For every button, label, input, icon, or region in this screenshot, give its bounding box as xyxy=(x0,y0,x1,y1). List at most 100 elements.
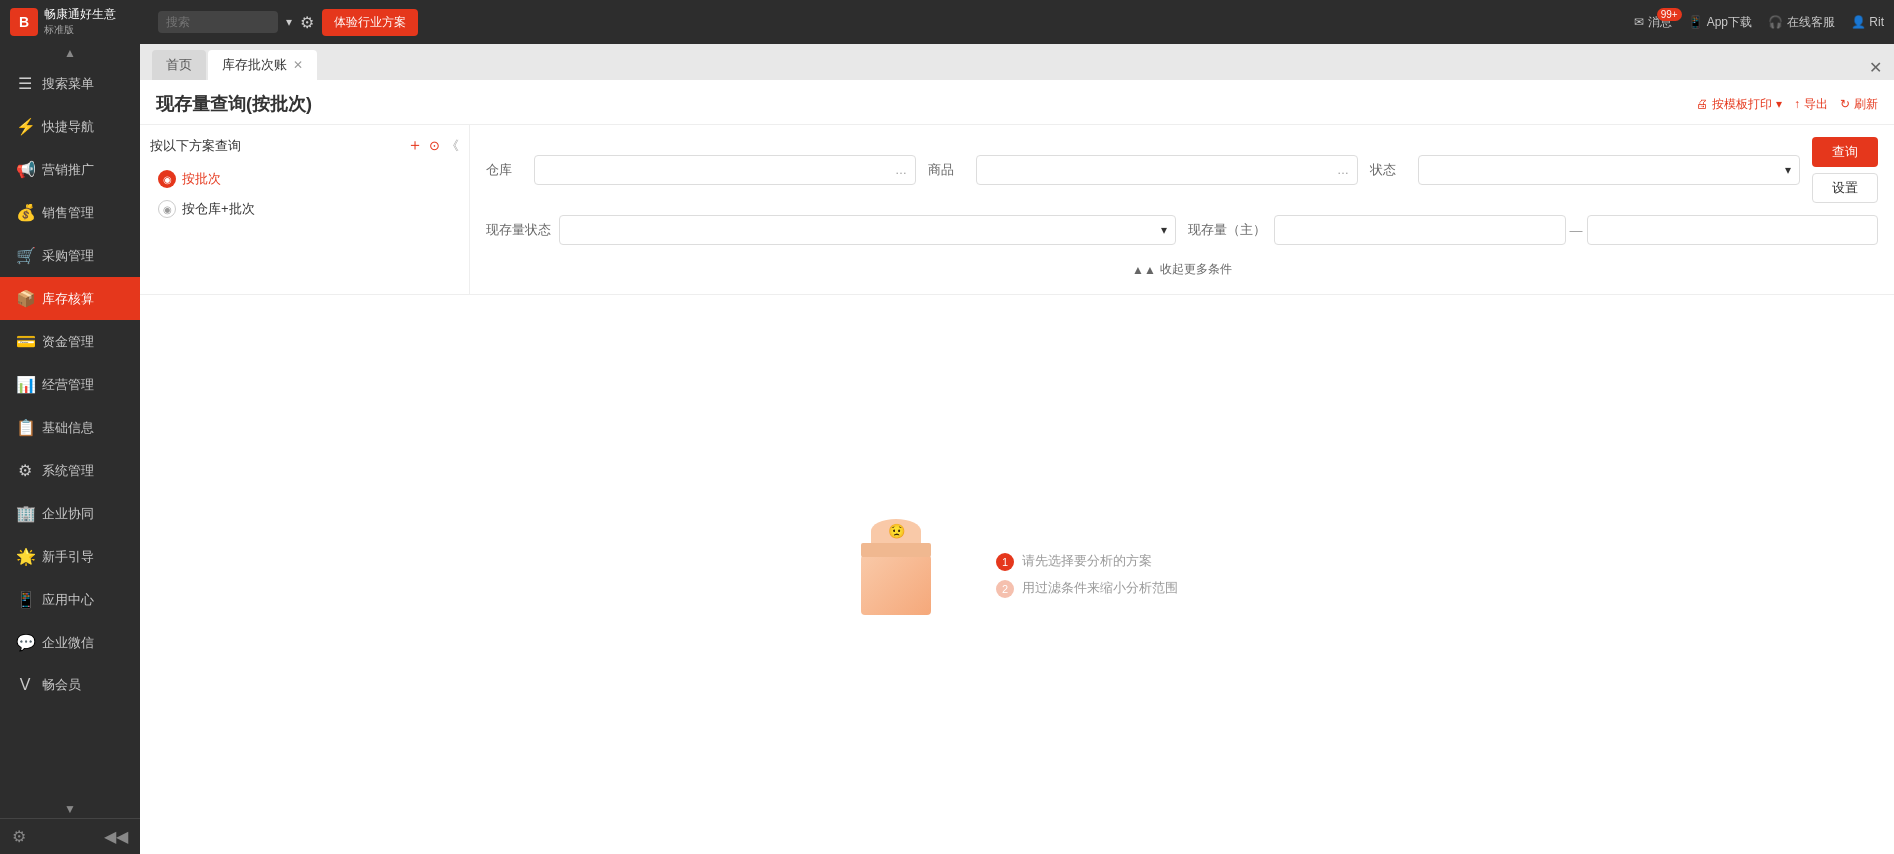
sidebar-item-enterprise[interactable]: 🏢企业协同 xyxy=(0,492,140,535)
status-select[interactable]: ▾ xyxy=(1418,155,1800,185)
sidebar-item-marketing[interactable]: 📢营销推广 xyxy=(0,148,140,191)
scheme-collapse-button[interactable]: 《 xyxy=(446,137,459,155)
sidebar-item-search[interactable]: ☰搜索菜单 xyxy=(0,62,140,105)
print-icon: 🖨 xyxy=(1696,97,1708,111)
warehouse-label: 仓库 xyxy=(486,161,526,179)
inventory-status-field: 现存量状态 ▾ xyxy=(486,215,1176,245)
user-menu[interactable]: 👤 Rit xyxy=(1851,15,1884,29)
sidebar-item-operation[interactable]: 📊经营管理 xyxy=(0,363,140,406)
sidebar-menu: ☰搜索菜单⚡快捷导航📢营销推广💰销售管理🛒采购管理📦库存核算💳资金管理📊经营管理… xyxy=(0,62,140,800)
filter-schemes-header: 按以下方案查询 ＋ ⊙ 《 xyxy=(150,135,459,156)
sidebar-label-wechat: 企业微信 xyxy=(42,634,94,652)
search-dropdown-icon[interactable]: ▾ xyxy=(286,15,292,29)
refresh-label: 刷新 xyxy=(1854,96,1878,113)
status-label: 状态 xyxy=(1370,161,1410,179)
filter-schemes-header-right: ＋ ⊙ 《 xyxy=(407,135,459,156)
add-scheme-button[interactable]: ＋ xyxy=(407,135,423,156)
scheme-item-warehouse-batch[interactable]: ◉按仓库+批次 xyxy=(150,194,459,224)
sidebar-item-inventory[interactable]: 📦库存核算 xyxy=(0,277,140,320)
sidebar-item-sales[interactable]: 💰销售管理 xyxy=(0,191,140,234)
refresh-button[interactable]: ↻ 刷新 xyxy=(1840,96,1878,113)
inventory-qty-max[interactable] xyxy=(1587,215,1879,245)
product-input[interactable]: … xyxy=(976,155,1358,185)
inventory-qty-field: 现存量（主） — xyxy=(1188,215,1878,245)
brand-icon: B xyxy=(10,8,38,36)
sidebar-item-shortcut[interactable]: ⚡快捷导航 xyxy=(0,105,140,148)
headset-icon: 🎧 xyxy=(1768,15,1783,29)
collapse-up-icon: ▲▲ xyxy=(1132,263,1156,277)
gear-icon[interactable]: ⚙ xyxy=(300,13,314,32)
online-service-btn[interactable]: 🎧 在线客服 xyxy=(1768,14,1835,31)
sidebar-label-enterprise: 企业协同 xyxy=(42,505,94,523)
scheme-label-batch: 按批次 xyxy=(182,170,221,188)
export-button[interactable]: ↑ 导出 xyxy=(1794,96,1828,113)
app-download-btn[interactable]: 📱 App下载 xyxy=(1688,14,1752,31)
inventory-status-select[interactable]: ▾ xyxy=(559,215,1176,245)
tab-home[interactable]: 首页 xyxy=(152,50,206,80)
sidebar-icon-marketing: 📢 xyxy=(16,160,34,179)
app-icon: 📱 xyxy=(1688,15,1703,29)
print-label: 按模板打印 xyxy=(1712,96,1772,113)
sidebar-icon-system: ⚙ xyxy=(16,461,34,480)
collapse-sidebar-button[interactable]: ◀◀ xyxy=(104,827,128,846)
tab-close-inventory-batch[interactable]: ✕ xyxy=(293,58,303,72)
message-btn[interactable]: ✉ 消息 99+ xyxy=(1634,14,1672,31)
print-button[interactable]: 🖨 按模板打印 ▾ xyxy=(1696,96,1782,113)
collapse-filters-button[interactable]: ▲▲ 收起更多条件 xyxy=(486,257,1878,282)
sidebar-item-purchase[interactable]: 🛒采购管理 xyxy=(0,234,140,277)
query-button[interactable]: 查询 xyxy=(1812,137,1878,167)
scroll-down-button[interactable]: ▼ xyxy=(62,800,78,818)
sidebar-item-appcenter[interactable]: 📱应用中心 xyxy=(0,578,140,621)
sidebar-icon-sales: 💰 xyxy=(16,203,34,222)
sidebar-item-basic[interactable]: 📋基础信息 xyxy=(0,406,140,449)
product-dots: … xyxy=(1337,163,1349,177)
online-service-label: 在线客服 xyxy=(1787,14,1835,31)
sidebar-label-purchase: 采购管理 xyxy=(42,247,94,265)
sidebar-item-system[interactable]: ⚙ 系统管理 xyxy=(0,449,140,492)
warehouse-dots: … xyxy=(895,163,907,177)
print-dropdown-icon: ▾ xyxy=(1776,97,1782,111)
filter-schemes-panel: 按以下方案查询 ＋ ⊙ 《 ◉ 按批次 ◉按仓库+批次 xyxy=(140,125,470,294)
empty-illustration: 😟 xyxy=(856,525,956,625)
filter-main: 仓库 … 商品 … xyxy=(470,125,1894,294)
message-icon: ✉ xyxy=(1634,15,1644,29)
sidebar-icon-member: V xyxy=(16,676,34,694)
sidebar-item-wechat[interactable]: 💬企业微信 xyxy=(0,621,140,664)
sidebar-icon-finance: 💳 xyxy=(16,332,34,351)
tabbar-close-right[interactable]: ✕ xyxy=(1869,58,1882,77)
status-arrow-icon: ▾ xyxy=(1785,163,1791,177)
search-input[interactable] xyxy=(158,11,278,33)
sidebar-icon-shortcut: ⚡ xyxy=(16,117,34,136)
tab-inventory-batch[interactable]: 库存批次账✕ xyxy=(208,50,317,80)
inventory-qty-min[interactable] xyxy=(1274,215,1566,245)
scroll-up-button[interactable]: ▲ xyxy=(62,44,78,62)
sidebar-icon-operation: 📊 xyxy=(16,375,34,394)
scheme-list: ◉ 按批次 ◉按仓库+批次 xyxy=(150,164,459,224)
experience-button[interactable]: 体验行业方案 xyxy=(322,9,418,36)
inventory-status-arrow-icon: ▾ xyxy=(1161,223,1167,237)
inventory-qty-range: — xyxy=(1274,215,1878,245)
scheme-icon-warehouse-batch: ◉ xyxy=(158,200,176,218)
product-field: 商品 … xyxy=(928,155,1358,185)
scheme-item-batch[interactable]: ◉ 按批次 xyxy=(150,164,459,194)
page-header: 现存量查询(按批次) 🖨 按模板打印 ▾ ↑ 导出 ↻ 刷新 xyxy=(140,80,1894,125)
topbar-actions: ✉ 消息 99+ 📱 App下载 🎧 在线客服 👤 Rit xyxy=(1634,14,1884,31)
scheme-icon-batch: ◉ xyxy=(158,170,176,188)
settings-button[interactable]: 设置 xyxy=(1812,173,1878,203)
sidebar-item-member[interactable]: V畅会员 xyxy=(0,664,140,706)
sidebar-item-newguide[interactable]: 🌟新手引导 xyxy=(0,535,140,578)
scheme-settings-button[interactable]: ⊙ xyxy=(429,138,440,153)
user-name: Rit xyxy=(1869,15,1884,29)
warehouse-field: 仓库 … xyxy=(486,155,916,185)
tab-label-home: 首页 xyxy=(166,56,192,74)
brand-name: 畅康通好生意 xyxy=(44,7,116,23)
sidebar-label-newguide: 新手引导 xyxy=(42,548,94,566)
collapse-filters-label: 收起更多条件 xyxy=(1160,261,1232,278)
sidebar-item-finance[interactable]: 💳资金管理 xyxy=(0,320,140,363)
warehouse-input[interactable]: … xyxy=(534,155,916,185)
sidebar-label-system: 系统管理 xyxy=(42,462,94,480)
sidebar-label-search: 搜索菜单 xyxy=(42,75,94,93)
app-download-label: App下载 xyxy=(1707,14,1752,31)
product-label: 商品 xyxy=(928,161,968,179)
settings-bottom-button[interactable]: ⚙ xyxy=(12,827,26,846)
